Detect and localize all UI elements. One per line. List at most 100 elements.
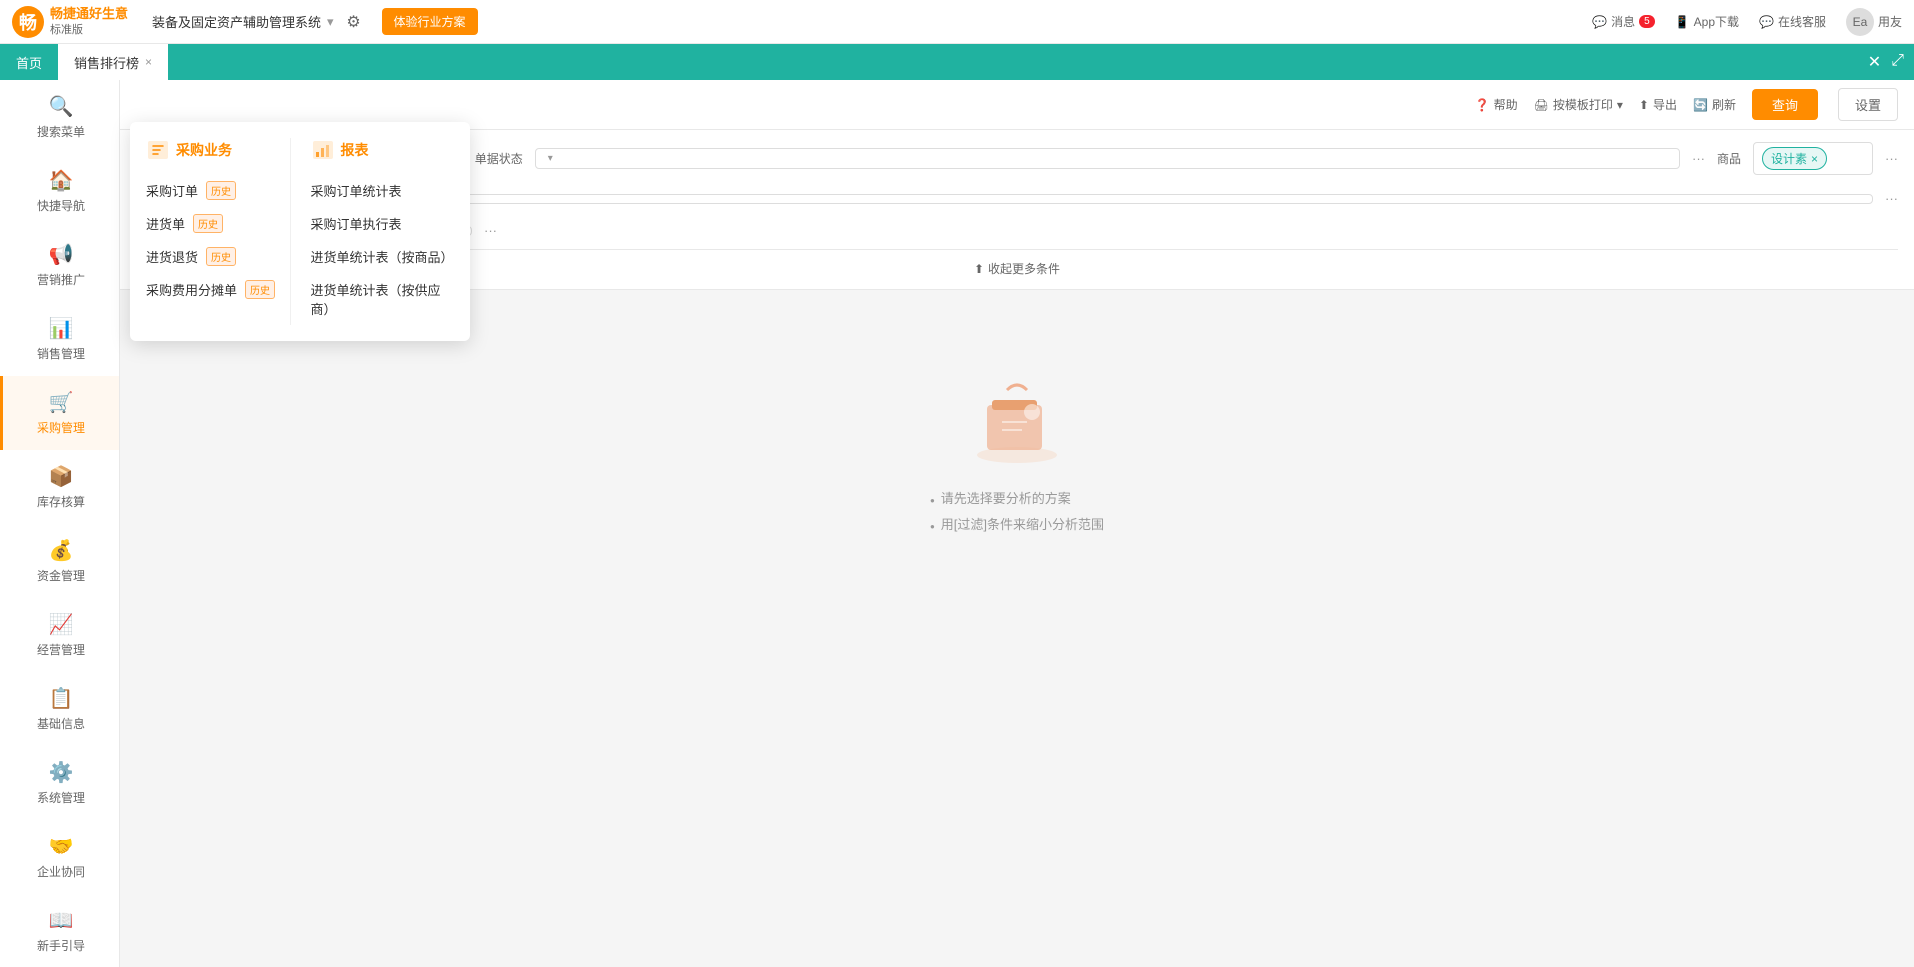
guide-icon: 📖 [49,908,74,933]
service-label: 在线客服 [1778,13,1826,30]
purchase-order-label: 采购订单 [146,181,198,200]
industry-button[interactable]: 体验行业方案 [382,8,478,35]
empty-line2: 用[过滤]条件来缩小分析范围 [930,512,1104,538]
marketing-icon: 📢 [49,242,74,267]
help-icon: ❓ [1475,98,1490,112]
system-dropdown-arrow[interactable]: ▾ [327,14,334,30]
sidebar-item-finance[interactable]: 💰 资金管理 [0,524,119,598]
sidebar-item-basic[interactable]: 📋 基础信息 [0,672,119,746]
purchase-receipt-item[interactable]: 进货单 历史 [146,207,290,240]
purchase-expense-item[interactable]: 采购费用分摊单 历史 [146,273,290,306]
system-name-area: 装备及固定资产辅助管理系统 ▾ ⚙ 体验行业方案 [152,8,478,36]
doc-status-arrow: ▾ [548,153,553,164]
sidebar: 🔍 搜索菜单 🏠 快捷导航 📢 营销推广 📊 销售管理 🛒 采购管理 📦 库存核… [0,80,120,967]
doc-status-dots[interactable]: ··· [1692,151,1705,166]
report-order-stat-item[interactable]: 采购订单统计表 [311,174,455,207]
sales-icon: 📊 [49,316,74,341]
refresh-label: 刷新 [1712,96,1736,113]
report-receipt-by-goods-label: 进货单统计表（按商品） [311,247,454,266]
collapse-text: 收起更多条件 [988,260,1060,277]
user-label: 用友 [1878,13,1902,30]
purchase-business-section: 采购业务 采购订单 历史 进货单 历史 进货退货 历史 采购费用分摊单 历史 [146,138,290,325]
help-label: 帮助 [1494,96,1518,113]
finance-icon: 💰 [49,538,74,563]
sidebar-item-search[interactable]: 🔍 搜索菜单 [0,80,119,154]
settings-button[interactable]: 设置 [1838,88,1898,121]
purchase-order-item[interactable]: 采购订单 历史 [146,174,290,207]
purchase-dropdown: 采购业务 采购订单 历史 进货单 历史 进货退货 历史 采购费用分摊单 历史 [130,122,470,341]
sidebar-item-guide[interactable]: 📖 新手引导 [0,894,119,967]
sidebar-label-basic: 基础信息 [37,715,85,732]
logo-area: 畅 畅捷通好生意 标准版 [12,6,132,38]
purchase-return-label: 进货退货 [146,247,198,266]
enterprise-icon: 🤝 [49,834,74,859]
home-icon: 🏠 [49,168,74,193]
sidebar-item-sales[interactable]: 📊 销售管理 [0,302,119,376]
app-download-button[interactable]: 📱 App下载 [1675,13,1739,30]
help-button[interactable]: ❓ 帮助 [1475,96,1518,113]
report-section: 报表 采购订单统计表 采购订单执行表 进货单统计表（按商品） 进货单统计表（按供… [290,138,455,325]
sidebar-item-purchase[interactable]: 🛒 采购管理 [0,376,119,450]
online-service-button[interactable]: 💬 在线客服 [1759,13,1826,30]
tab-bar-actions: ✕ ⤢ [1868,52,1904,72]
doc-status-filter[interactable]: ▾ [535,148,1680,169]
user-avatar: Ea [1846,8,1874,36]
tab-sales-rank[interactable]: 销售排行榜 × [58,44,168,80]
tab-bar: 首页 销售排行榜 × ✕ ⤢ [0,44,1914,80]
sidebar-item-enterprise[interactable]: 🤝 企业协同 [0,820,119,894]
print-label: 按模板打印 [1553,96,1613,113]
logo-icon: 畅 [12,6,44,38]
sidebar-label-enterprise: 企业协同 [37,863,85,880]
tab-home[interactable]: 首页 [0,44,58,80]
user-button[interactable]: Ea 用友 [1846,8,1902,36]
sidebar-label-marketing: 营销推广 [37,271,85,288]
message-label: 消息 [1611,13,1635,30]
sidebar-item-nav[interactable]: 🏠 快捷导航 [0,154,119,228]
doc-status-label: 单据状态 [475,150,523,167]
gear-button[interactable]: ⚙ [340,8,368,36]
goods-tag: 设计素 × [1762,147,1827,170]
salesman-dots[interactable]: ··· [1885,191,1898,206]
refresh-button[interactable]: 🔄 刷新 [1693,96,1736,113]
goods-tag-remove[interactable]: × [1811,152,1818,166]
collapse-up-icon: ⬆ [974,262,984,276]
sidebar-label-nav: 快捷导航 [37,197,85,214]
tab-maximize-button[interactable]: ⤢ [1891,52,1904,72]
sidebar-label-sales: 销售管理 [37,345,85,362]
sidebar-item-operation[interactable]: 📈 经营管理 [0,598,119,672]
sidebar-item-marketing[interactable]: 📢 营销推广 [0,228,119,302]
phone-icon: 📱 [1675,15,1690,29]
app-download-label: App下载 [1694,13,1739,30]
goods-dots[interactable]: ··· [1885,151,1898,166]
purchase-return-hist: 历史 [206,247,236,266]
salesman-filter[interactable] [441,194,1873,204]
export-button[interactable]: ⬆ 导出 [1639,96,1677,113]
sidebar-label-finance: 资金管理 [37,567,85,584]
report-order-exec-item[interactable]: 采购订单执行表 [311,207,455,240]
report-receipt-by-supplier-item[interactable]: 进货单统计表（按供应商） [311,273,455,325]
print-button[interactable]: 🖨 按模板打印 ▾ [1534,96,1623,113]
purchase-receipt-label: 进货单 [146,214,185,233]
top-bar-right: 💬 消息 5 📱 App下载 💬 在线客服 Ea 用友 [1592,8,1902,36]
purchase-return-item[interactable]: 进货退货 历史 [146,240,290,273]
purchase-expense-label: 采购费用分摊单 [146,280,237,299]
report-title-text: 报表 [341,140,369,160]
customer-dots[interactable]: ··· [484,223,497,238]
empty-illustration [957,370,1077,470]
export-icon: ⬆ [1639,98,1649,112]
service-icon: 💬 [1759,15,1774,29]
report-receipt-by-supplier-label: 进货单统计表（按供应商） [311,280,455,318]
purchase-icon: 🛒 [49,390,74,415]
print-icon: 🖨 [1534,98,1549,112]
goods-filter[interactable]: 设计素 × [1753,142,1873,175]
tab-close-button[interactable]: ✕ [1868,52,1881,72]
logo-text: 畅捷通好生意 标准版 [50,6,128,37]
goods-tag-text: 设计素 [1771,150,1807,167]
tab-close-icon[interactable]: × [145,55,152,69]
sidebar-item-inventory[interactable]: 📦 库存核算 [0,450,119,524]
report-receipt-by-goods-item[interactable]: 进货单统计表（按商品） [311,240,455,273]
system-name: 装备及固定资产辅助管理系统 [152,12,321,31]
query-button[interactable]: 查询 [1752,89,1818,120]
sidebar-item-system[interactable]: ⚙️ 系统管理 [0,746,119,820]
message-button[interactable]: 💬 消息 5 [1592,13,1655,30]
